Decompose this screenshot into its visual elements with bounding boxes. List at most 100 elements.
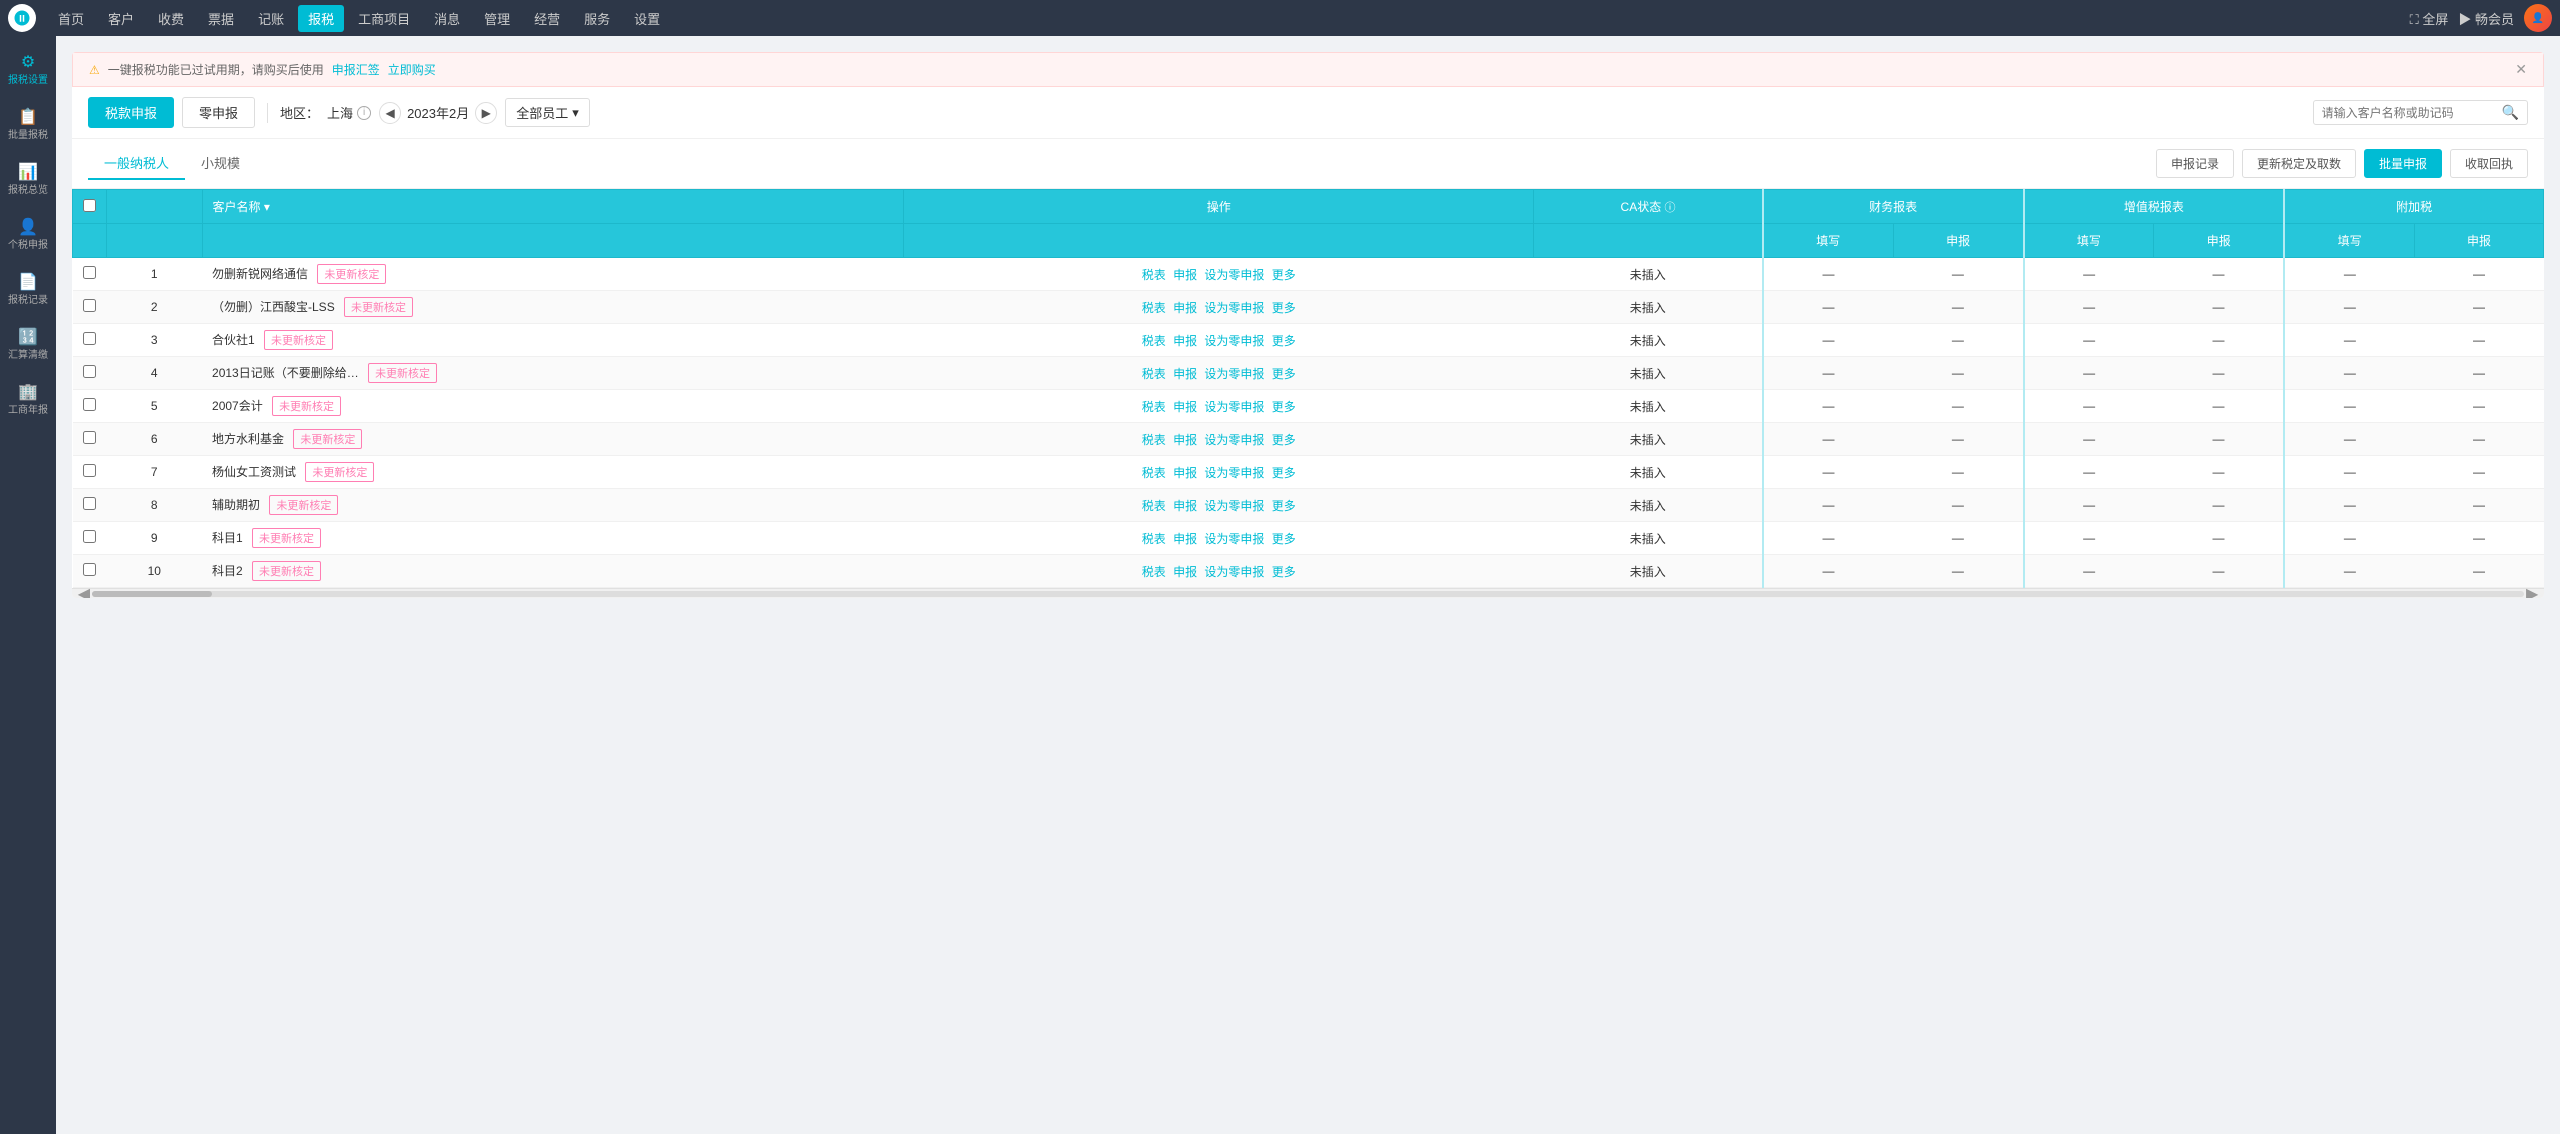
search-icon[interactable]: 🔍: [2502, 104, 2519, 121]
op-0-4[interactable]: 税表: [1142, 400, 1166, 414]
op-1-7[interactable]: 申报: [1173, 499, 1197, 513]
op-0-5[interactable]: 税表: [1142, 433, 1166, 447]
row-checkbox-7[interactable]: [73, 489, 107, 522]
op-2-7[interactable]: 设为零申报: [1204, 499, 1264, 513]
sidebar-item-business-report[interactable]: 🏢 工商年报: [0, 374, 56, 425]
nav-messages[interactable]: 消息: [424, 5, 470, 32]
row-checkbox-4[interactable]: [73, 390, 107, 423]
op-1-2[interactable]: 申报: [1173, 334, 1197, 348]
op-3-5[interactable]: 更多: [1272, 433, 1296, 447]
scroll-right-btn[interactable]: ▶: [2524, 584, 2540, 599]
op-3-0[interactable]: 更多: [1272, 268, 1296, 282]
date-next-btn[interactable]: ▶: [475, 102, 497, 124]
batch-declare-btn[interactable]: 批量申报: [2364, 149, 2442, 178]
op-1-0[interactable]: 申报: [1173, 268, 1197, 282]
row-checkbox-6[interactable]: [73, 456, 107, 489]
op-3-2[interactable]: 更多: [1272, 334, 1296, 348]
ca-info-icon[interactable]: ⓘ: [1665, 202, 1676, 214]
op-1-4[interactable]: 申报: [1173, 400, 1197, 414]
row-checkbox-5[interactable]: [73, 423, 107, 456]
nav-invoice[interactable]: 票据: [198, 5, 244, 32]
row-checkbox-3[interactable]: [73, 357, 107, 390]
nav-business[interactable]: 工商项目: [348, 5, 420, 32]
op-3-6[interactable]: 更多: [1272, 466, 1296, 480]
op-0-1[interactable]: 税表: [1142, 301, 1166, 315]
date-prev-btn[interactable]: ◀: [379, 102, 401, 124]
op-2-5[interactable]: 设为零申报: [1204, 433, 1264, 447]
op-3-3[interactable]: 更多: [1272, 367, 1296, 381]
op-0-8[interactable]: 税表: [1142, 532, 1166, 546]
sub-tab-general[interactable]: 一般纳税人: [88, 147, 185, 180]
op-3-7[interactable]: 更多: [1272, 499, 1296, 513]
row-checkbox-1[interactable]: [73, 291, 107, 324]
op-1-8[interactable]: 申报: [1173, 532, 1197, 546]
nav-service[interactable]: 服务: [574, 5, 620, 32]
row-check-2[interactable]: [83, 332, 96, 345]
scroll-bar[interactable]: ◀ ▶: [72, 588, 2544, 598]
op-2-8[interactable]: 设为零申报: [1204, 532, 1264, 546]
op-0-6[interactable]: 税表: [1142, 466, 1166, 480]
sidebar-item-tax-settings[interactable]: ⚙ 报税设置: [0, 44, 56, 95]
op-3-9[interactable]: 更多: [1272, 565, 1296, 579]
sidebar-item-personal-tax[interactable]: 👤 个税申报: [0, 209, 56, 260]
update-data-btn[interactable]: 更新税定及取数: [2242, 149, 2356, 178]
op-1-1[interactable]: 申报: [1173, 301, 1197, 315]
nav-home[interactable]: 首页: [48, 5, 94, 32]
nav-client[interactable]: 客户: [98, 5, 144, 32]
row-checkbox-0[interactable]: [73, 258, 107, 291]
row-check-6[interactable]: [83, 464, 96, 477]
op-1-5[interactable]: 申报: [1173, 433, 1197, 447]
row-check-0[interactable]: [83, 266, 96, 279]
sidebar-item-batch-tax[interactable]: 📋 批量报税: [0, 99, 56, 150]
op-0-9[interactable]: 税表: [1142, 565, 1166, 579]
row-check-4[interactable]: [83, 398, 96, 411]
row-checkbox-8[interactable]: [73, 522, 107, 555]
op-2-1[interactable]: 设为零申报: [1204, 301, 1264, 315]
search-input[interactable]: [2322, 106, 2502, 120]
row-check-8[interactable]: [83, 530, 96, 543]
op-0-2[interactable]: 税表: [1142, 334, 1166, 348]
op-0-0[interactable]: 税表: [1142, 268, 1166, 282]
nav-operation[interactable]: 经营: [524, 5, 570, 32]
nav-billing[interactable]: 收费: [148, 5, 194, 32]
op-3-1[interactable]: 更多: [1272, 301, 1296, 315]
nav-settings[interactable]: 设置: [624, 5, 670, 32]
region-info-icon[interactable]: i: [357, 106, 371, 120]
op-1-6[interactable]: 申报: [1173, 466, 1197, 480]
notice-close-btn[interactable]: ✕: [2515, 61, 2527, 78]
row-check-5[interactable]: [83, 431, 96, 444]
op-2-0[interactable]: 设为零申报: [1204, 268, 1264, 282]
declare-records-btn[interactable]: 申报记录: [2156, 149, 2234, 178]
scroll-left-btn[interactable]: ◀: [76, 584, 92, 599]
fullscreen-btn[interactable]: ⛶ 全屏: [2410, 9, 2449, 28]
nav-manage[interactable]: 管理: [474, 5, 520, 32]
nav-tax[interactable]: 报税: [298, 5, 344, 32]
op-0-3[interactable]: 税表: [1142, 367, 1166, 381]
scroll-track[interactable]: [92, 591, 2524, 597]
sub-tab-small[interactable]: 小规模: [185, 147, 256, 180]
dept-select[interactable]: 全部员工 ▾: [505, 98, 590, 127]
sidebar-item-reconcile[interactable]: 🔢 汇算清缴: [0, 319, 56, 370]
op-2-2[interactable]: 设为零申报: [1204, 334, 1264, 348]
op-1-9[interactable]: 申报: [1173, 565, 1197, 579]
row-check-7[interactable]: [83, 497, 96, 510]
op-3-4[interactable]: 更多: [1272, 400, 1296, 414]
member-btn[interactable]: ▶ 畅会员: [2458, 9, 2514, 28]
tab-tax-declare[interactable]: 税款申报: [88, 97, 174, 128]
row-check-3[interactable]: [83, 365, 96, 378]
op-2-4[interactable]: 设为零申报: [1204, 400, 1264, 414]
notice-link-buy[interactable]: 立即购买: [388, 61, 436, 78]
avatar[interactable]: 👤: [2524, 4, 2552, 32]
nav-bookkeeping[interactable]: 记账: [248, 5, 294, 32]
col-select-all[interactable]: [73, 190, 107, 224]
row-check-9[interactable]: [83, 563, 96, 576]
select-all-checkbox[interactable]: [83, 199, 96, 212]
op-3-8[interactable]: 更多: [1272, 532, 1296, 546]
row-check-1[interactable]: [83, 299, 96, 312]
tab-zero-declare[interactable]: 零申报: [182, 97, 255, 128]
op-2-3[interactable]: 设为零申报: [1204, 367, 1264, 381]
op-1-3[interactable]: 申报: [1173, 367, 1197, 381]
op-0-7[interactable]: 税表: [1142, 499, 1166, 513]
op-2-6[interactable]: 设为零申报: [1204, 466, 1264, 480]
op-2-9[interactable]: 设为零申报: [1204, 565, 1264, 579]
